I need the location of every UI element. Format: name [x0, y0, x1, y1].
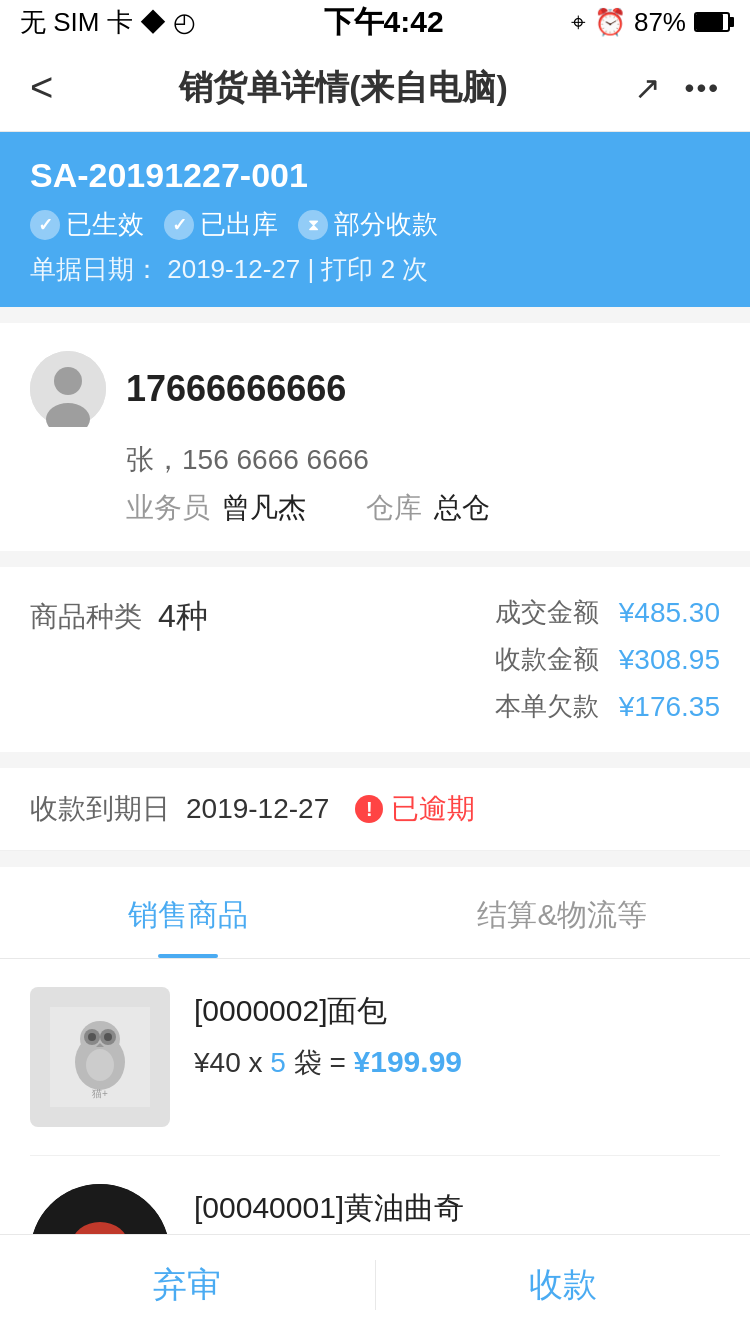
tabs-header: 销售商品 结算&物流等	[0, 867, 750, 959]
status-right: ⌖ ⏰ 87%	[571, 7, 730, 38]
order-badges: ✓ 已生效 ✓ 已出库 ⧗ 部分收款	[30, 207, 720, 242]
summary-row: 商品种类 4种 成交金额 ¥485.30 收款金额 ¥308.95 本单欠款 ¥…	[30, 595, 720, 724]
meta-date: 2019-12-27	[167, 254, 300, 284]
product-name-1: [00040001]黄油曲奇	[194, 1188, 720, 1229]
tab-sales-products-label: 销售商品	[128, 898, 248, 931]
thumb-icon-0: 猫+	[50, 1007, 150, 1107]
warehouse-value: 总仓	[434, 489, 490, 527]
warehouse-item: 仓库 总仓	[366, 489, 490, 527]
order-meta: 单据日期： 2019-12-27 | 打印 2 次	[30, 252, 720, 287]
product-price-0: ¥40	[194, 1047, 241, 1078]
due-date-section: 收款到期日 2019-12-27 ! 已逾期	[0, 768, 750, 851]
order-id: SA-20191227-001	[30, 156, 720, 195]
customer-phone: 17666666666	[126, 368, 346, 410]
avatar	[30, 351, 106, 427]
customer-section: 17666666666 张，156 6666 6666 业务员 曾凡杰 仓库 总…	[0, 323, 750, 551]
product-eq-0: =	[329, 1047, 353, 1078]
more-icon[interactable]: •••	[685, 72, 720, 104]
clock-icon: ⧗	[298, 210, 328, 240]
product-name-0: [0000002]面包	[194, 991, 720, 1032]
owed-amount: ¥176.35	[619, 691, 720, 723]
owed-label: 本单欠款	[495, 689, 599, 724]
type-count: 4种	[158, 595, 208, 639]
deal-amount-row: 成交金额 ¥485.30	[495, 595, 720, 630]
badge-partial-label: 部分收款	[334, 207, 438, 242]
deal-label: 成交金额	[495, 595, 599, 630]
status-time: 下午4:42	[324, 2, 444, 43]
badge-shipped: ✓ 已出库	[164, 207, 278, 242]
meta-date-label: 单据日期：	[30, 254, 160, 284]
status-carrier: 无 SIM 卡 ◆ ◴	[20, 5, 196, 40]
product-item-0: 猫+ [0000002]面包 ¥40 x 5 袋 = ¥199.99	[30, 959, 720, 1156]
thumb-placeholder-0: 猫+	[30, 987, 170, 1127]
salesperson-label: 业务员	[126, 489, 210, 527]
check-icon-effective: ✓	[30, 210, 60, 240]
cancel-button[interactable]: 弃审	[0, 1242, 375, 1328]
share-icon[interactable]: ↗︎	[634, 69, 661, 107]
nav-actions: ↗︎ •••	[634, 69, 720, 107]
product-total-0: ¥199.99	[354, 1045, 462, 1078]
status-bar: 无 SIM 卡 ◆ ◴ 下午4:42 ⌖ ⏰ 87%	[0, 0, 750, 44]
order-header: SA-20191227-001 ✓ 已生效 ✓ 已出库 ⧗ 部分收款 单据日期：…	[0, 132, 750, 307]
meta-separator: |	[307, 254, 321, 284]
product-qty-0: 5	[270, 1047, 286, 1078]
summary-right: 成交金额 ¥485.30 收款金额 ¥308.95 本单欠款 ¥176.35	[495, 595, 720, 724]
battery-icon	[694, 12, 730, 32]
product-price-row-0: ¥40 x 5 袋 = ¥199.99	[194, 1044, 720, 1082]
type-label: 商品种类	[30, 598, 142, 636]
salesperson-item: 业务员 曾凡杰	[126, 489, 306, 527]
product-thumb-0: 猫+	[30, 987, 170, 1127]
back-button[interactable]: <	[30, 65, 53, 110]
customer-row: 17666666666	[30, 351, 720, 427]
tab-settlement-label: 结算&物流等	[477, 898, 647, 931]
page-title: 销货单详情(来自电脑)	[179, 65, 508, 111]
warehouse-label: 仓库	[366, 489, 422, 527]
badge-shipped-label: 已出库	[200, 207, 278, 242]
badge-effective-label: 已生效	[66, 207, 144, 242]
svg-point-9	[104, 1033, 112, 1041]
status-alarm-icon: ⏰	[594, 7, 626, 38]
received-label: 收款金额	[495, 642, 599, 677]
tab-sales-products[interactable]: 销售商品	[0, 867, 375, 958]
summary-left: 商品种类 4种	[30, 595, 208, 639]
avatar-icon	[30, 351, 106, 427]
svg-point-1	[54, 367, 82, 395]
badge-effective: ✓ 已生效	[30, 207, 144, 242]
deal-amount: ¥485.30	[619, 597, 720, 629]
svg-point-8	[88, 1033, 96, 1041]
product-multiply-0: x	[249, 1047, 271, 1078]
product-info-0: [0000002]面包 ¥40 x 5 袋 = ¥199.99	[194, 987, 720, 1082]
nav-bar: < 销货单详情(来自电脑) ↗︎ •••	[0, 44, 750, 132]
customer-meta: 业务员 曾凡杰 仓库 总仓	[126, 489, 720, 527]
confirm-button[interactable]: 收款	[376, 1242, 751, 1328]
overdue-text: 已逾期	[391, 790, 475, 828]
customer-contact: 张，156 6666 6666	[126, 441, 720, 479]
meta-print: 打印 2 次	[321, 254, 428, 284]
due-date-label: 收款到期日	[30, 790, 170, 828]
overdue-badge: ! 已逾期	[355, 790, 475, 828]
badge-partial: ⧗ 部分收款	[298, 207, 438, 242]
svg-text:猫+: 猫+	[92, 1088, 108, 1099]
product-unit-0: 袋	[294, 1047, 322, 1078]
bottom-bar: 弃审 收款	[0, 1234, 750, 1334]
tab-settlement[interactable]: 结算&物流等	[375, 867, 750, 958]
summary-section: 商品种类 4种 成交金额 ¥485.30 收款金额 ¥308.95 本单欠款 ¥…	[0, 567, 750, 752]
salesperson-value: 曾凡杰	[222, 489, 306, 527]
svg-point-11	[86, 1049, 114, 1081]
status-location-icon: ⌖	[571, 7, 586, 38]
due-date-value: 2019-12-27	[186, 793, 329, 825]
overdue-icon: !	[355, 795, 383, 823]
check-icon-shipped: ✓	[164, 210, 194, 240]
owed-amount-row: 本单欠款 ¥176.35	[495, 689, 720, 724]
received-amount: ¥308.95	[619, 644, 720, 676]
received-amount-row: 收款金额 ¥308.95	[495, 642, 720, 677]
status-battery: 87%	[634, 7, 686, 38]
